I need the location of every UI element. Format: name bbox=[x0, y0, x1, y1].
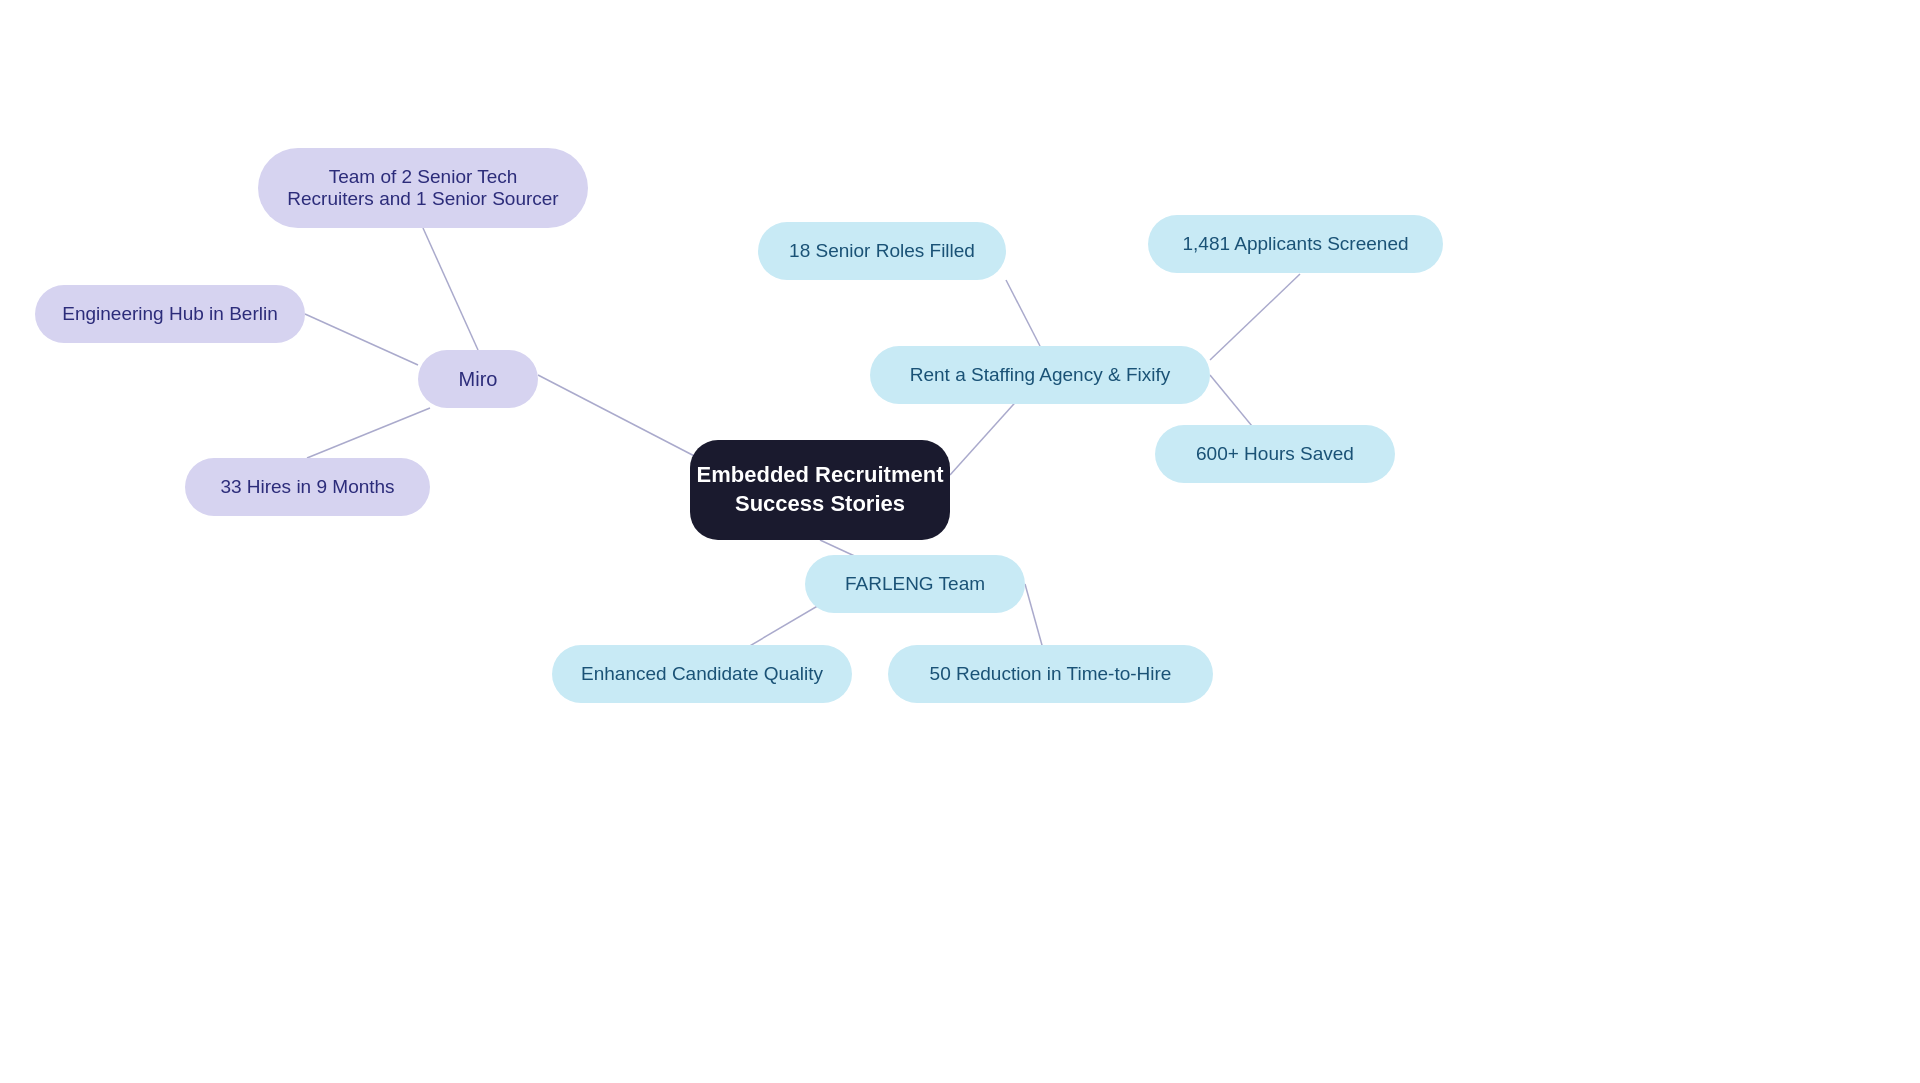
hours-saved-label: 600+ Hours Saved bbox=[1196, 443, 1354, 465]
engineering-hub-label: Engineering Hub in Berlin bbox=[62, 303, 277, 325]
hours-saved-node[interactable]: 600+ Hours Saved bbox=[1155, 425, 1395, 483]
hires-months-node[interactable]: 33 Hires in 9 Months bbox=[185, 458, 430, 516]
team-senior-label: Team of 2 Senior TechRecruiters and 1 Se… bbox=[287, 166, 558, 210]
rent-staffing-label: Rent a Staffing Agency & Fixify bbox=[910, 364, 1171, 386]
svg-line-1 bbox=[423, 228, 478, 350]
farleng-team-node[interactable]: FARLENG Team bbox=[805, 555, 1025, 613]
reduction-time-label: 50 Reduction in Time-to-Hire bbox=[930, 663, 1172, 685]
center-node-label: Embedded RecruitmentSuccess Stories bbox=[697, 461, 944, 518]
applicants-screened-label: 1,481 Applicants Screened bbox=[1182, 233, 1408, 255]
enhanced-candidate-node[interactable]: Enhanced Candidate Quality bbox=[552, 645, 852, 703]
rent-staffing-node[interactable]: Rent a Staffing Agency & Fixify bbox=[870, 346, 1210, 404]
svg-line-6 bbox=[1210, 274, 1300, 360]
engineering-hub-node[interactable]: Engineering Hub in Berlin bbox=[35, 285, 305, 343]
svg-line-2 bbox=[305, 314, 418, 365]
svg-line-3 bbox=[307, 408, 430, 458]
senior-roles-label: 18 Senior Roles Filled bbox=[789, 240, 975, 262]
enhanced-candidate-label: Enhanced Candidate Quality bbox=[581, 663, 823, 685]
team-senior-node[interactable]: Team of 2 Senior TechRecruiters and 1 Se… bbox=[258, 148, 588, 228]
center-node[interactable]: Embedded RecruitmentSuccess Stories bbox=[690, 440, 950, 540]
reduction-time-node[interactable]: 50 Reduction in Time-to-Hire bbox=[888, 645, 1213, 703]
svg-line-5 bbox=[1006, 280, 1040, 346]
miro-node[interactable]: Miro bbox=[418, 350, 538, 408]
farleng-team-label: FARLENG Team bbox=[845, 573, 985, 595]
hires-months-label: 33 Hires in 9 Months bbox=[220, 476, 394, 498]
applicants-screened-node[interactable]: 1,481 Applicants Screened bbox=[1148, 215, 1443, 273]
miro-node-label: Miro bbox=[459, 368, 498, 391]
senior-roles-node[interactable]: 18 Senior Roles Filled bbox=[758, 222, 1006, 280]
